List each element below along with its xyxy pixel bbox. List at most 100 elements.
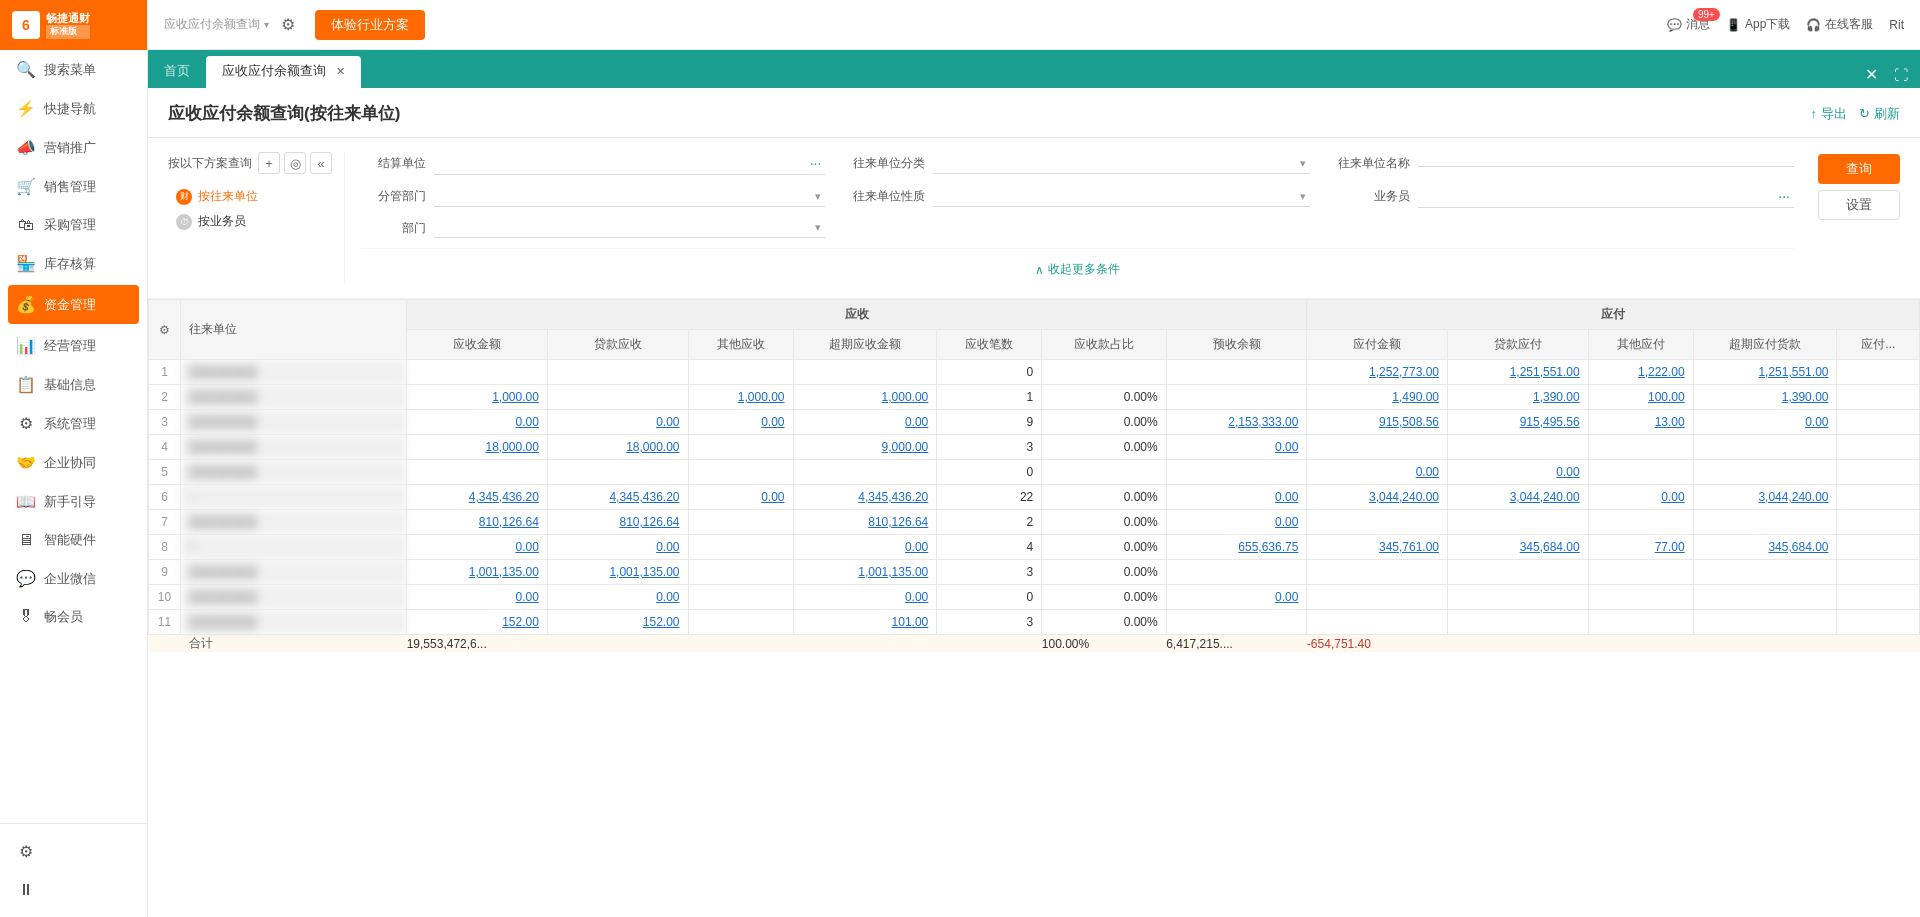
- cell-ap_overdue-9[interactable]: [1693, 585, 1837, 610]
- input-jiesuandanwei[interactable]: ···: [434, 152, 825, 175]
- cell-ap_other-7[interactable]: 77.00: [1588, 535, 1693, 560]
- sidebar-item-企业协同[interactable]: 🤝企业协同: [0, 443, 147, 482]
- cell-ar_other-5[interactable]: 0.00: [688, 485, 793, 510]
- cell-ap_loan-3[interactable]: [1448, 435, 1589, 460]
- sidebar-item-搜索菜单[interactable]: 🔍搜索菜单: [0, 50, 147, 89]
- cell-ap_loan-10[interactable]: [1448, 610, 1589, 635]
- cell-ar_loan-1[interactable]: [547, 385, 688, 410]
- tab-home[interactable]: 首页: [148, 56, 206, 88]
- add-scheme-button[interactable]: +: [258, 152, 280, 174]
- cell-ap_overdue-3[interactable]: [1693, 435, 1837, 460]
- cell-ap_other-9[interactable]: [1588, 585, 1693, 610]
- cell-ap_amount-10[interactable]: [1307, 610, 1448, 635]
- cell-ar_amount-3[interactable]: 18,000.00: [407, 435, 548, 460]
- cell-ar_prepay-9[interactable]: 0.00: [1166, 585, 1307, 610]
- sidebar-item-企业微信[interactable]: 💬企业微信: [0, 559, 147, 598]
- export-button[interactable]: ↑ 导出: [1811, 105, 1848, 123]
- cell-ar_other-3[interactable]: [688, 435, 793, 460]
- cell-ar_loan-10[interactable]: 152.00: [547, 610, 688, 635]
- cell-ap_loan-8[interactable]: [1448, 560, 1589, 585]
- cell-ar_overdue-8[interactable]: 1,001,135.00: [793, 560, 937, 585]
- refresh-button[interactable]: ↻ 刷新: [1859, 105, 1900, 123]
- cell-ap_overdue-0[interactable]: 1,251,551.00: [1693, 360, 1837, 385]
- cell-ar_overdue-6[interactable]: 810,126.64: [793, 510, 937, 535]
- total-ar-prepay[interactable]: 6,417,215....: [1166, 635, 1307, 653]
- tab-close-icon[interactable]: ✕: [336, 65, 345, 78]
- cell-ap_loan-5[interactable]: 3,044,240.00: [1448, 485, 1589, 510]
- cell-ap_overdue-7[interactable]: 345,684.00: [1693, 535, 1837, 560]
- sidebar-item-collapse[interactable]: ⏸: [0, 871, 147, 909]
- cell-ar_amount-2[interactable]: 0.00: [407, 410, 548, 435]
- cell-ar_overdue-3[interactable]: 9,000.00: [793, 435, 937, 460]
- total-ar-amount[interactable]: 19,553,472,6...: [407, 635, 548, 653]
- user-info[interactable]: Rit: [1889, 18, 1904, 32]
- settings-button[interactable]: 设置: [1818, 190, 1900, 220]
- service-button[interactable]: 🎧 在线客服: [1806, 16, 1873, 33]
- sidebar-item-系统管理[interactable]: ⚙系统管理: [0, 404, 147, 443]
- cell-ar_other-7[interactable]: [688, 535, 793, 560]
- cell-ap_amount-5[interactable]: 3,044,240.00: [1307, 485, 1448, 510]
- cell-ap_other-2[interactable]: 13.00: [1588, 410, 1693, 435]
- cell-ap_loan-4[interactable]: 0.00: [1448, 460, 1589, 485]
- cell-ar_amount-4[interactable]: [407, 460, 548, 485]
- cell-ap_overdue-8[interactable]: [1693, 560, 1837, 585]
- cell-ar_other-1[interactable]: 1,000.00: [688, 385, 793, 410]
- chevron-down-icon[interactable]: ▾: [264, 19, 269, 30]
- cell-ar_prepay-1[interactable]: [1166, 385, 1307, 410]
- cell-ar_other-10[interactable]: [688, 610, 793, 635]
- cell-ar_overdue-10[interactable]: 101.00: [793, 610, 937, 635]
- table-settings-header[interactable]: ⚙: [149, 300, 181, 360]
- cell-ar_loan-9[interactable]: 0.00: [547, 585, 688, 610]
- cell-ar_other-6[interactable]: [688, 510, 793, 535]
- cell-ar_amount-5[interactable]: 4,345,436.20: [407, 485, 548, 510]
- tab-ar-query[interactable]: 应收应付余额查询 ✕: [206, 56, 361, 88]
- cell-ap_amount-9[interactable]: [1307, 585, 1448, 610]
- cell-ar_amount-6[interactable]: 810,126.64: [407, 510, 548, 535]
- cell-ar_amount-8[interactable]: 1,001,135.00: [407, 560, 548, 585]
- sidebar-item-settings[interactable]: ⚙: [0, 832, 147, 871]
- cell-ap_overdue-6[interactable]: [1693, 510, 1837, 535]
- cell-ar_prepay-2[interactable]: 2,153,333.00: [1166, 410, 1307, 435]
- cell-ap_amount-4[interactable]: 0.00: [1307, 460, 1448, 485]
- cell-ar_other-9[interactable]: [688, 585, 793, 610]
- cell-ap_other-3[interactable]: [1588, 435, 1693, 460]
- cell-ap_other-4[interactable]: [1588, 460, 1693, 485]
- input-wanglaimingcheng[interactable]: [1418, 160, 1794, 167]
- cell-ap_overdue-10[interactable]: [1693, 610, 1837, 635]
- cell-ar_prepay-4[interactable]: [1166, 460, 1307, 485]
- tab-maximize-icon[interactable]: ⛶: [1890, 63, 1912, 87]
- cell-ap_loan-2[interactable]: 915,495.56: [1448, 410, 1589, 435]
- cell-ap_loan-1[interactable]: 1,390.00: [1448, 385, 1589, 410]
- cell-ap_amount-8[interactable]: [1307, 560, 1448, 585]
- cell-ap_other-1[interactable]: 100.00: [1588, 385, 1693, 410]
- cell-ap_other-0[interactable]: 1,222.00: [1588, 360, 1693, 385]
- cell-ar_amount-10[interactable]: 152.00: [407, 610, 548, 635]
- input-yewuyuan[interactable]: ···: [1418, 185, 1794, 208]
- cell-ap_amount-0[interactable]: 1,252,773.00: [1307, 360, 1448, 385]
- input-bumen[interactable]: ▾: [434, 218, 825, 238]
- cell-ar_other-0[interactable]: [688, 360, 793, 385]
- cell-ar_loan-8[interactable]: 1,001,135.00: [547, 560, 688, 585]
- cell-ar_overdue-5[interactable]: 4,345,436.20: [793, 485, 937, 510]
- sidebar-item-智能硬件[interactable]: 🖥智能硬件: [0, 521, 147, 559]
- cell-ar_amount-1[interactable]: 1,000.00: [407, 385, 548, 410]
- cell-ap_overdue-4[interactable]: [1693, 460, 1837, 485]
- input-fenguanbumon[interactable]: ▾: [434, 187, 825, 207]
- cell-ar_amount-9[interactable]: 0.00: [407, 585, 548, 610]
- cell-ar_overdue-4[interactable]: [793, 460, 937, 485]
- cell-ar_prepay-8[interactable]: [1166, 560, 1307, 585]
- gear-icon[interactable]: ⚙: [281, 15, 295, 34]
- cell-ar_other-8[interactable]: [688, 560, 793, 585]
- cell-ar_prepay-5[interactable]: 0.00: [1166, 485, 1307, 510]
- cell-ap_overdue-5[interactable]: 3,044,240.00: [1693, 485, 1837, 510]
- cell-ar_other-2[interactable]: 0.00: [688, 410, 793, 435]
- cell-ar_amount-0[interactable]: [407, 360, 548, 385]
- config-scheme-button[interactable]: ◎: [284, 152, 306, 174]
- cell-ar_loan-7[interactable]: 0.00: [547, 535, 688, 560]
- input-wanglaioxingzhi[interactable]: ▾: [933, 187, 1309, 207]
- tab-close-window-icon[interactable]: ✕: [1861, 61, 1882, 88]
- cell-ap_amount-1[interactable]: 1,490.00: [1307, 385, 1448, 410]
- cell-ar_overdue-1[interactable]: 1,000.00: [793, 385, 937, 410]
- sidebar-item-营销推广[interactable]: 📣营销推广: [0, 128, 147, 167]
- cell-ap_amount-6[interactable]: [1307, 510, 1448, 535]
